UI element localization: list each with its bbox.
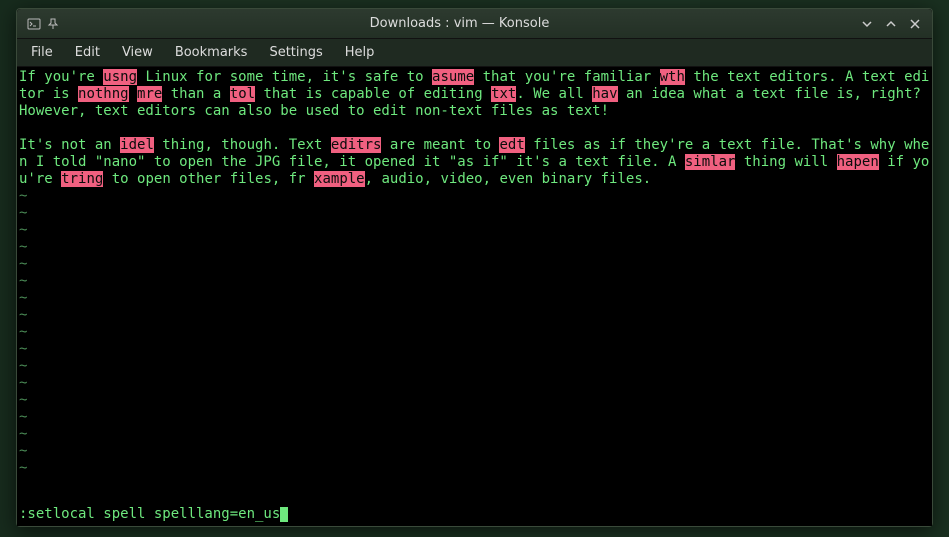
text-run: that you're familiar xyxy=(474,69,659,85)
spell-error: xample xyxy=(314,171,365,187)
spell-error: simlar xyxy=(685,154,736,170)
cursor xyxy=(280,507,288,522)
window-title: Downloads : vim — Konsole xyxy=(59,16,860,31)
vim-command-line[interactable]: :setlocal spell spelllang=en_us xyxy=(19,506,930,523)
menu-edit[interactable]: Edit xyxy=(65,41,110,64)
vim-buffer[interactable]: If you're usng Linux for some time, it's… xyxy=(19,69,930,504)
close-button[interactable] xyxy=(908,17,922,31)
window-controls xyxy=(860,17,922,31)
text-run: thing, though. Text xyxy=(154,137,331,153)
menu-view[interactable]: View xyxy=(112,41,163,64)
spell-error: mre xyxy=(137,86,162,102)
menu-help[interactable]: Help xyxy=(335,41,385,64)
paragraph-2: It's not an idel thing, though. Text edi… xyxy=(19,137,929,187)
text-run: Linux for some time, it's safe to xyxy=(137,69,432,85)
terminal-area[interactable]: If you're usng Linux for some time, it's… xyxy=(17,67,932,526)
spell-error: wth xyxy=(660,69,685,85)
vim-empty-lines: ~~~~~~~~~~~~~~~~~ xyxy=(19,188,930,477)
text-run: , audio, video, even binary files. xyxy=(365,171,652,187)
text-run: If you're xyxy=(19,69,103,85)
spell-error: txt xyxy=(491,86,516,102)
titlebar-left-icons xyxy=(27,17,59,31)
menu-bookmarks[interactable]: Bookmarks xyxy=(165,41,258,64)
menubar: File Edit View Bookmarks Settings Help xyxy=(17,39,932,67)
maximize-button[interactable] xyxy=(884,17,898,31)
spell-error: hav xyxy=(592,86,617,102)
paragraph-1: If you're usng Linux for some time, it's… xyxy=(19,69,929,119)
spell-error: nothng xyxy=(78,86,129,102)
text-run: are meant to xyxy=(381,137,499,153)
text-run: to open other files, fr xyxy=(103,171,314,187)
terminal-icon xyxy=(27,17,41,31)
menu-file[interactable]: File xyxy=(21,41,63,64)
minimize-button[interactable] xyxy=(860,17,874,31)
spell-error: tol xyxy=(230,86,255,102)
text-run: that is capable of editing xyxy=(255,86,491,102)
spell-error: idel xyxy=(120,137,154,153)
titlebar[interactable]: Downloads : vim — Konsole xyxy=(17,9,932,39)
spell-error: usng xyxy=(103,69,137,85)
spell-error: edt xyxy=(499,137,524,153)
konsole-window: Downloads : vim — Konsole File Edit View… xyxy=(16,8,933,527)
menu-settings[interactable]: Settings xyxy=(259,41,332,64)
spell-error: editrs xyxy=(331,137,382,153)
command-text: :setlocal spell spelllang=en_us xyxy=(19,506,280,523)
text-run: thing will xyxy=(735,154,836,170)
text-run: . We all xyxy=(516,86,592,102)
spell-error: hapen xyxy=(837,154,879,170)
text-run: It's not an xyxy=(19,137,120,153)
text-run: than a xyxy=(162,86,229,102)
spell-error: tring xyxy=(61,171,103,187)
spell-error: asume xyxy=(432,69,474,85)
pin-icon[interactable] xyxy=(47,18,59,30)
